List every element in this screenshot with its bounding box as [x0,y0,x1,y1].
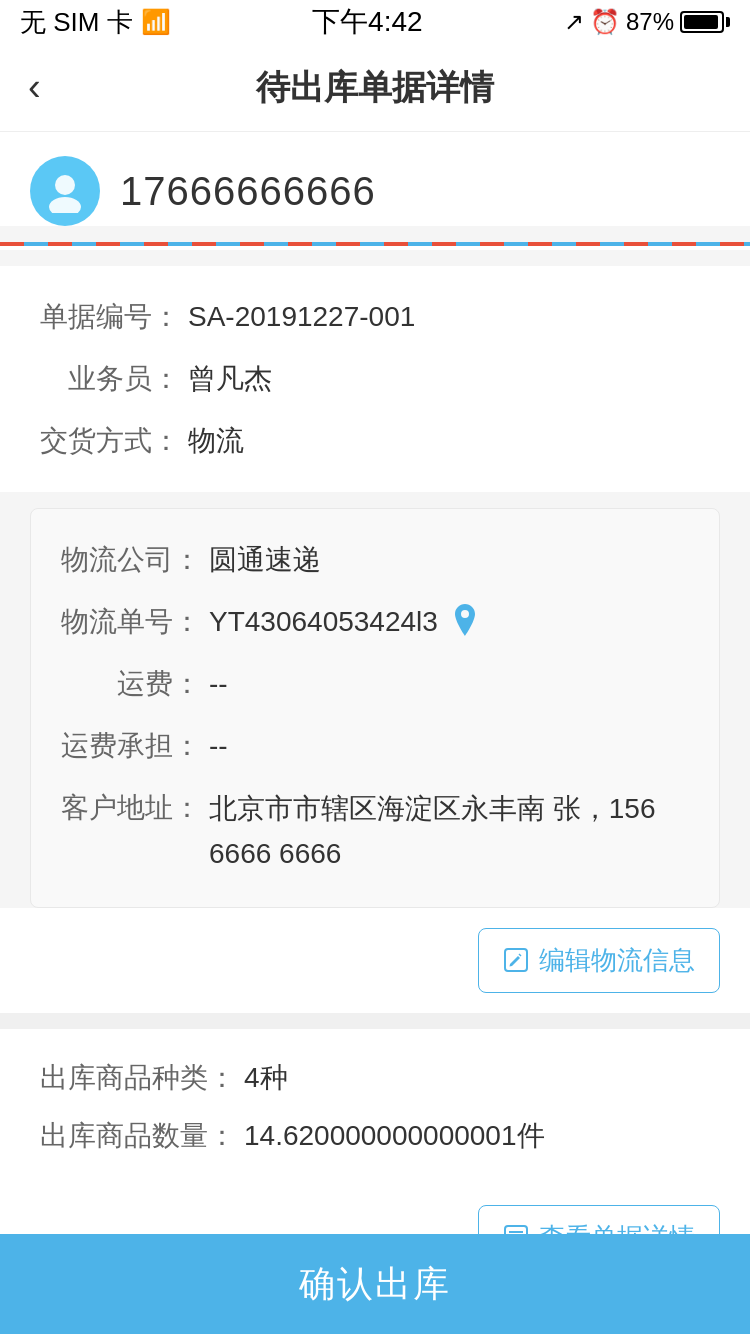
edit-logistics-label: 编辑物流信息 [539,943,695,978]
avatar [30,156,100,226]
carrier-label: 无 SIM 卡 [20,5,133,40]
customer-phone-section: 17666666666 [0,132,750,226]
freight-label: 运费： [61,663,201,705]
freight-bear-label: 运费承担： [61,725,201,767]
nav-bar: ‹ 待出库单据详情 [0,44,750,132]
logistics-tracking-label: 物流单号： [61,601,201,643]
address-value: 北京市市辖区海淀区永丰南 张，156 6666 6666 [209,787,689,877]
address-label: 客户地址： [61,787,201,829]
freight-value: -- [209,663,689,705]
delivery-value: 物流 [188,420,710,462]
address-row: 客户地址： 北京市市辖区海淀区永丰南 张，156 6666 6666 [61,787,689,877]
customer-phone: 17666666666 [120,169,376,214]
back-button[interactable]: ‹ [28,66,41,109]
goods-type-label: 出库商品种类： [40,1059,236,1097]
status-left: 无 SIM 卡 📶 [20,5,171,40]
page-title: 待出库单据详情 [256,65,494,111]
doc-number-label: 单据编号： [40,296,180,338]
logistics-company-value: 圆通速递 [209,539,689,581]
goods-quantity-value: 14.620000000000001件 [244,1117,545,1155]
doc-number-value: SA-20191227-001 [188,296,710,338]
svg-point-0 [55,175,75,195]
confirm-button[interactable]: 确认出库 [0,1234,750,1334]
delivery-label: 交货方式： [40,420,180,462]
svg-point-1 [49,197,81,213]
section-divider-1 [0,1013,750,1029]
logistics-company-label: 物流公司： [61,539,201,581]
edit-logistics-button[interactable]: 编辑物流信息 [478,928,720,993]
confirm-label: 确认出库 [299,1260,451,1309]
battery-percent: 87% [626,8,674,36]
logistics-card: 物流公司： 圆通速递 物流单号： YT43064053424l3 运费： -- … [30,508,720,908]
logistics-company-row: 物流公司： 圆通速递 [61,539,689,581]
logistics-tracking-value: YT43064053424l3 [209,601,689,643]
alarm-icon: ⏰ [590,8,620,36]
goods-type-row: 出库商品种类： 4种 [40,1059,710,1097]
tracking-location-icon[interactable] [450,604,480,640]
salesperson-value: 曾凡杰 [188,358,710,400]
goods-section: 出库商品种类： 4种 出库商品数量： 14.620000000000001件 [0,1029,750,1185]
delivery-row: 交货方式： 物流 [40,420,710,462]
status-bar: 无 SIM 卡 📶 下午4:42 ↗ ⏰ 87% [0,0,750,44]
doc-number-row: 单据编号： SA-20191227-001 [40,296,710,338]
goods-quantity-label: 出库商品数量： [40,1117,236,1155]
freight-bear-row: 运费承担： -- [61,725,689,767]
freight-row: 运费： -- [61,663,689,705]
location-icon: ↗ [564,8,584,36]
status-time: 下午4:42 [312,3,423,41]
battery-icon [680,11,730,33]
salesperson-row: 业务员： 曾凡杰 [40,358,710,400]
logistics-tracking-row: 物流单号： YT43064053424l3 [61,601,689,643]
freight-bear-value: -- [209,725,689,767]
status-right: ↗ ⏰ 87% [564,8,730,36]
goods-type-value: 4种 [244,1059,288,1097]
goods-quantity-row: 出库商品数量： 14.620000000000001件 [40,1117,710,1155]
salesperson-label: 业务员： [40,358,180,400]
edit-logistics-row: 编辑物流信息 [0,908,750,1013]
dashed-divider [0,242,750,250]
wifi-icon: 📶 [141,8,171,36]
order-info-section: 单据编号： SA-20191227-001 业务员： 曾凡杰 交货方式： 物流 [0,266,750,492]
